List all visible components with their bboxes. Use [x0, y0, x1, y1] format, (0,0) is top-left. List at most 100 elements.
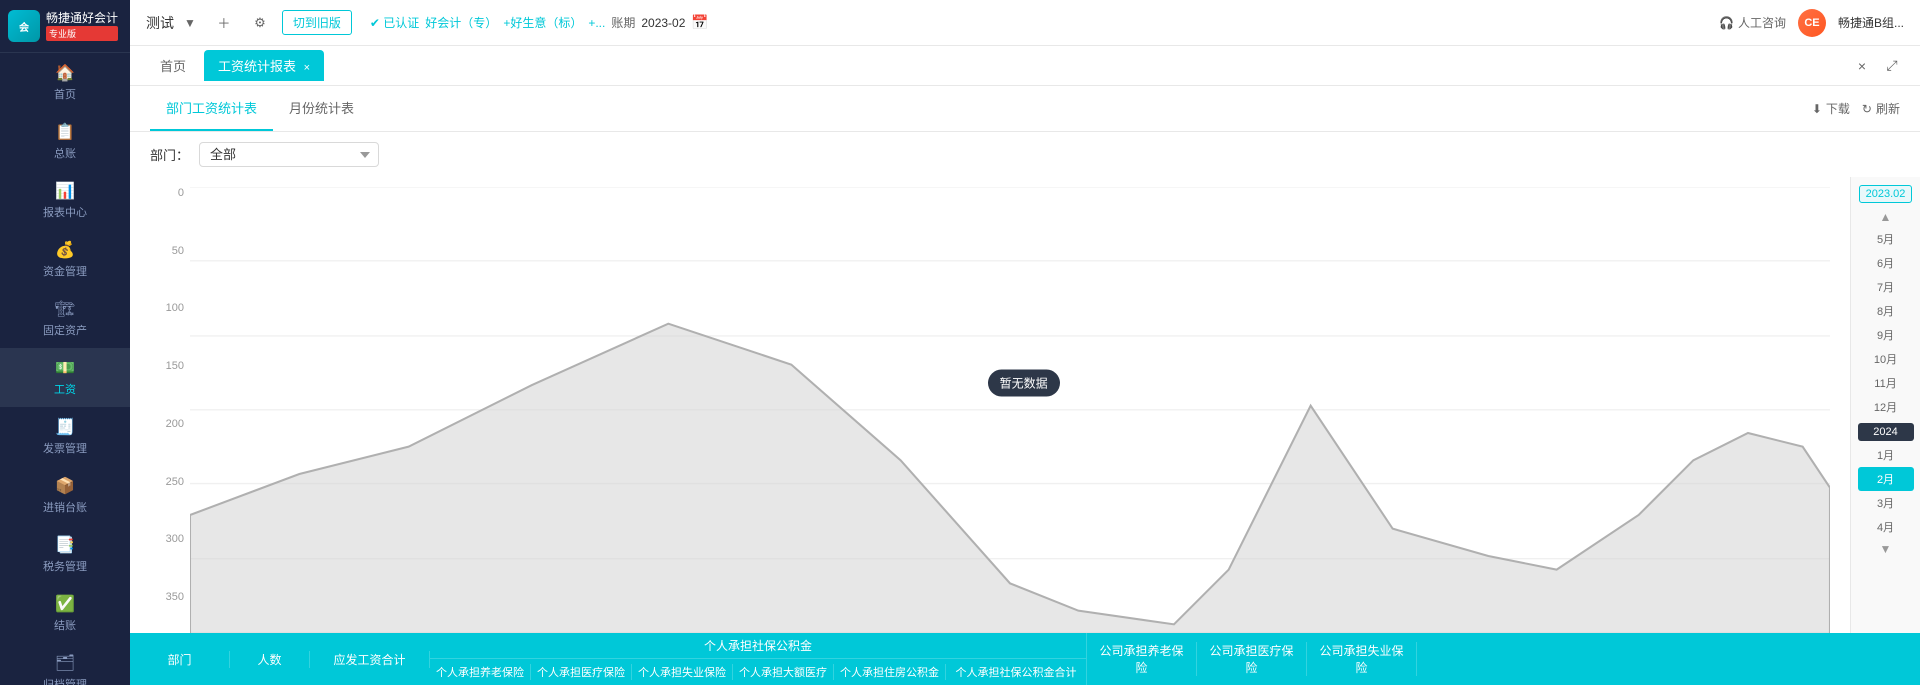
maximize-button[interactable]: ⤢: [1880, 54, 1904, 78]
th-company-unemployment: 公司承担失业保险: [1307, 642, 1417, 676]
month-2023-11[interactable]: 11月: [1858, 371, 1914, 395]
app-name: 畅捷通好会计: [46, 11, 118, 27]
certified-tag: ✔ 已认证: [370, 14, 419, 31]
sidebar-item-home[interactable]: 🏠 首页: [0, 53, 130, 112]
gear-button[interactable]: ⚙: [246, 9, 274, 37]
sidebar-item-stock[interactable]: 📦 进销台账: [0, 466, 130, 525]
download-icon: ⬇: [1812, 102, 1822, 116]
home-icon: 🏠: [55, 63, 75, 83]
month-2024-1[interactable]: 1月: [1858, 443, 1914, 467]
content-inner: 部门工资统计表 月份统计表 ⬇ 下载 ↻ 刷新: [130, 86, 1920, 685]
tab-salary-close-icon[interactable]: ×: [304, 62, 310, 74]
sidebar-label-invoice: 发票管理: [43, 440, 87, 456]
funds-icon: 💰: [55, 240, 75, 260]
switch-old-button[interactable]: 切到旧版: [282, 10, 352, 35]
month-2023-9[interactable]: 9月: [1858, 323, 1914, 347]
chart-wrapper: 350 300 250 200 150 100 50 0: [130, 177, 1920, 633]
month-2024-4[interactable]: 4月: [1858, 515, 1914, 539]
sidebar-item-ledger[interactable]: 📋 总账: [0, 112, 130, 171]
subtab-dept-label: 部门工资统计表: [166, 101, 257, 116]
th-group-personal-title: 个人承担社保公积金: [430, 633, 1086, 659]
month-2023-12[interactable]: 12月: [1858, 395, 1914, 419]
sidebar-item-close-period[interactable]: ✅ 结账: [0, 584, 130, 643]
chart-area: 350 300 250 200 150 100 50 0: [130, 177, 1850, 633]
scroll-down-button[interactable]: ▼: [1876, 539, 1896, 559]
month-2023-8[interactable]: 8月: [1858, 299, 1914, 323]
dept-filter-label: 部门：: [150, 145, 189, 164]
sidebar-item-funds[interactable]: 💰 资金管理: [0, 230, 130, 289]
th-group-personal: 个人承担社保公积金 个人承担养老保险 个人承担医疗保险 个人承担失业保险 个人承…: [430, 633, 1087, 685]
chart-container: 350 300 250 200 150 100 50 0: [150, 187, 1830, 633]
sidebar-label-close-period: 结账: [54, 617, 76, 633]
company-dropdown[interactable]: ▼: [184, 16, 196, 30]
chart-area-path: [190, 324, 1830, 633]
th-company-medical: 公司承担医疗保险: [1197, 642, 1307, 676]
sidebar-item-reports[interactable]: 📊 报表中心: [0, 171, 130, 230]
y-label-350: 350: [150, 591, 190, 603]
period-value: 2023-02: [641, 16, 685, 30]
period-label: 账期: [611, 14, 635, 31]
subtab-monthly-label: 月份统计表: [289, 101, 354, 116]
year-2023-badge[interactable]: 2023.02: [1859, 185, 1913, 203]
scroll-up-button[interactable]: ▲: [1876, 207, 1896, 227]
month-2024-3[interactable]: 3月: [1858, 491, 1914, 515]
y-axis: 350 300 250 200 150 100 50 0: [150, 187, 190, 603]
sidebar-item-archive[interactable]: 🗂 归档管理: [0, 643, 130, 685]
close-button[interactable]: ×: [1850, 54, 1874, 78]
company-title: 测试: [146, 13, 174, 33]
y-label-250: 250: [150, 476, 190, 488]
y-label-100: 100: [150, 302, 190, 314]
month-2023-10[interactable]: 10月: [1858, 347, 1914, 371]
th-personal-pension: 个人承担养老保险: [430, 664, 531, 680]
subtab-dept[interactable]: 部门工资统计表: [150, 86, 273, 131]
month-2023-7[interactable]: 7月: [1858, 275, 1914, 299]
refresh-button[interactable]: ↻ 刷新: [1862, 100, 1900, 117]
salary-icon: 💵: [55, 358, 75, 378]
invoice-icon: 🧾: [55, 417, 75, 437]
app-logo: 会 畅捷通好会计 专业版: [0, 0, 130, 53]
more-tags: +...: [588, 16, 605, 30]
calendar-icon[interactable]: 📅: [691, 14, 708, 31]
service-button[interactable]: 🎧 人工咨询: [1719, 14, 1786, 31]
sidebar-item-fixed-assets[interactable]: 🏗 固定资产: [0, 289, 130, 348]
good-accounting-tag: 好会计（专）: [425, 14, 497, 31]
tab-salary-report[interactable]: 工资统计报表 ×: [204, 50, 324, 81]
chart-svg: [190, 187, 1830, 633]
subtab-left: 部门工资统计表 月份统计表: [150, 86, 370, 131]
th-personal-unemployment: 个人承担失业保险: [632, 664, 733, 680]
year-2024-section[interactable]: 2024: [1858, 423, 1914, 441]
subtab-monthly[interactable]: 月份统计表: [273, 86, 370, 131]
y-label-300: 300: [150, 533, 190, 545]
sidebar-label-reports: 报表中心: [43, 204, 87, 220]
y-label-150: 150: [150, 360, 190, 372]
sidebar-item-invoice[interactable]: 🧾 发票管理: [0, 407, 130, 466]
user-avatar[interactable]: CE: [1798, 9, 1826, 37]
y-label-0: 0: [150, 187, 190, 199]
ledger-icon: 📋: [55, 122, 75, 142]
dept-filter-select[interactable]: 全部 财务部 人事部 技术部 销售部: [199, 142, 379, 167]
sidebar-label-home: 首页: [54, 86, 76, 102]
headset-icon: 🎧: [1719, 16, 1734, 30]
app-edition-badge: 专业版: [46, 26, 118, 41]
th-personal-major-medical: 个人承担大额医疗: [733, 664, 834, 680]
stock-icon: 📦: [55, 476, 75, 496]
logo-text-block: 畅捷通好会计 专业版: [46, 11, 118, 42]
sidebar-label-ledger: 总账: [54, 145, 76, 161]
download-button[interactable]: ⬇ 下载: [1812, 100, 1850, 117]
sidebar-item-tax[interactable]: 📑 税务管理: [0, 525, 130, 584]
sidebar: 会 畅捷通好会计 专业版 🏠 首页 📋 总账 📊 报表中心 💰 资金管理 🏗 固…: [0, 0, 130, 685]
user-name[interactable]: 畅捷通B组...: [1838, 14, 1904, 31]
add-button[interactable]: ＋: [210, 9, 238, 37]
tab-home[interactable]: 首页: [146, 50, 200, 81]
sidebar-label-salary: 工资: [54, 381, 76, 397]
window-controls: × ⤢: [1850, 54, 1904, 78]
month-2023-6[interactable]: 6月: [1858, 251, 1914, 275]
month-2024-2[interactable]: 2月: [1858, 467, 1914, 491]
tab-home-label: 首页: [160, 59, 186, 74]
sidebar-nav: 🏠 首页 📋 总账 📊 报表中心 💰 资金管理 🏗 固定资产 💵 工资 🧾 发票…: [0, 53, 130, 685]
month-2023-5[interactable]: 5月: [1858, 227, 1914, 251]
download-label: 下载: [1826, 100, 1850, 117]
sidebar-item-salary[interactable]: 💵 工资: [0, 348, 130, 407]
reports-icon: 📊: [55, 181, 75, 201]
th-personal-medical: 个人承担医疗保险: [531, 664, 632, 680]
